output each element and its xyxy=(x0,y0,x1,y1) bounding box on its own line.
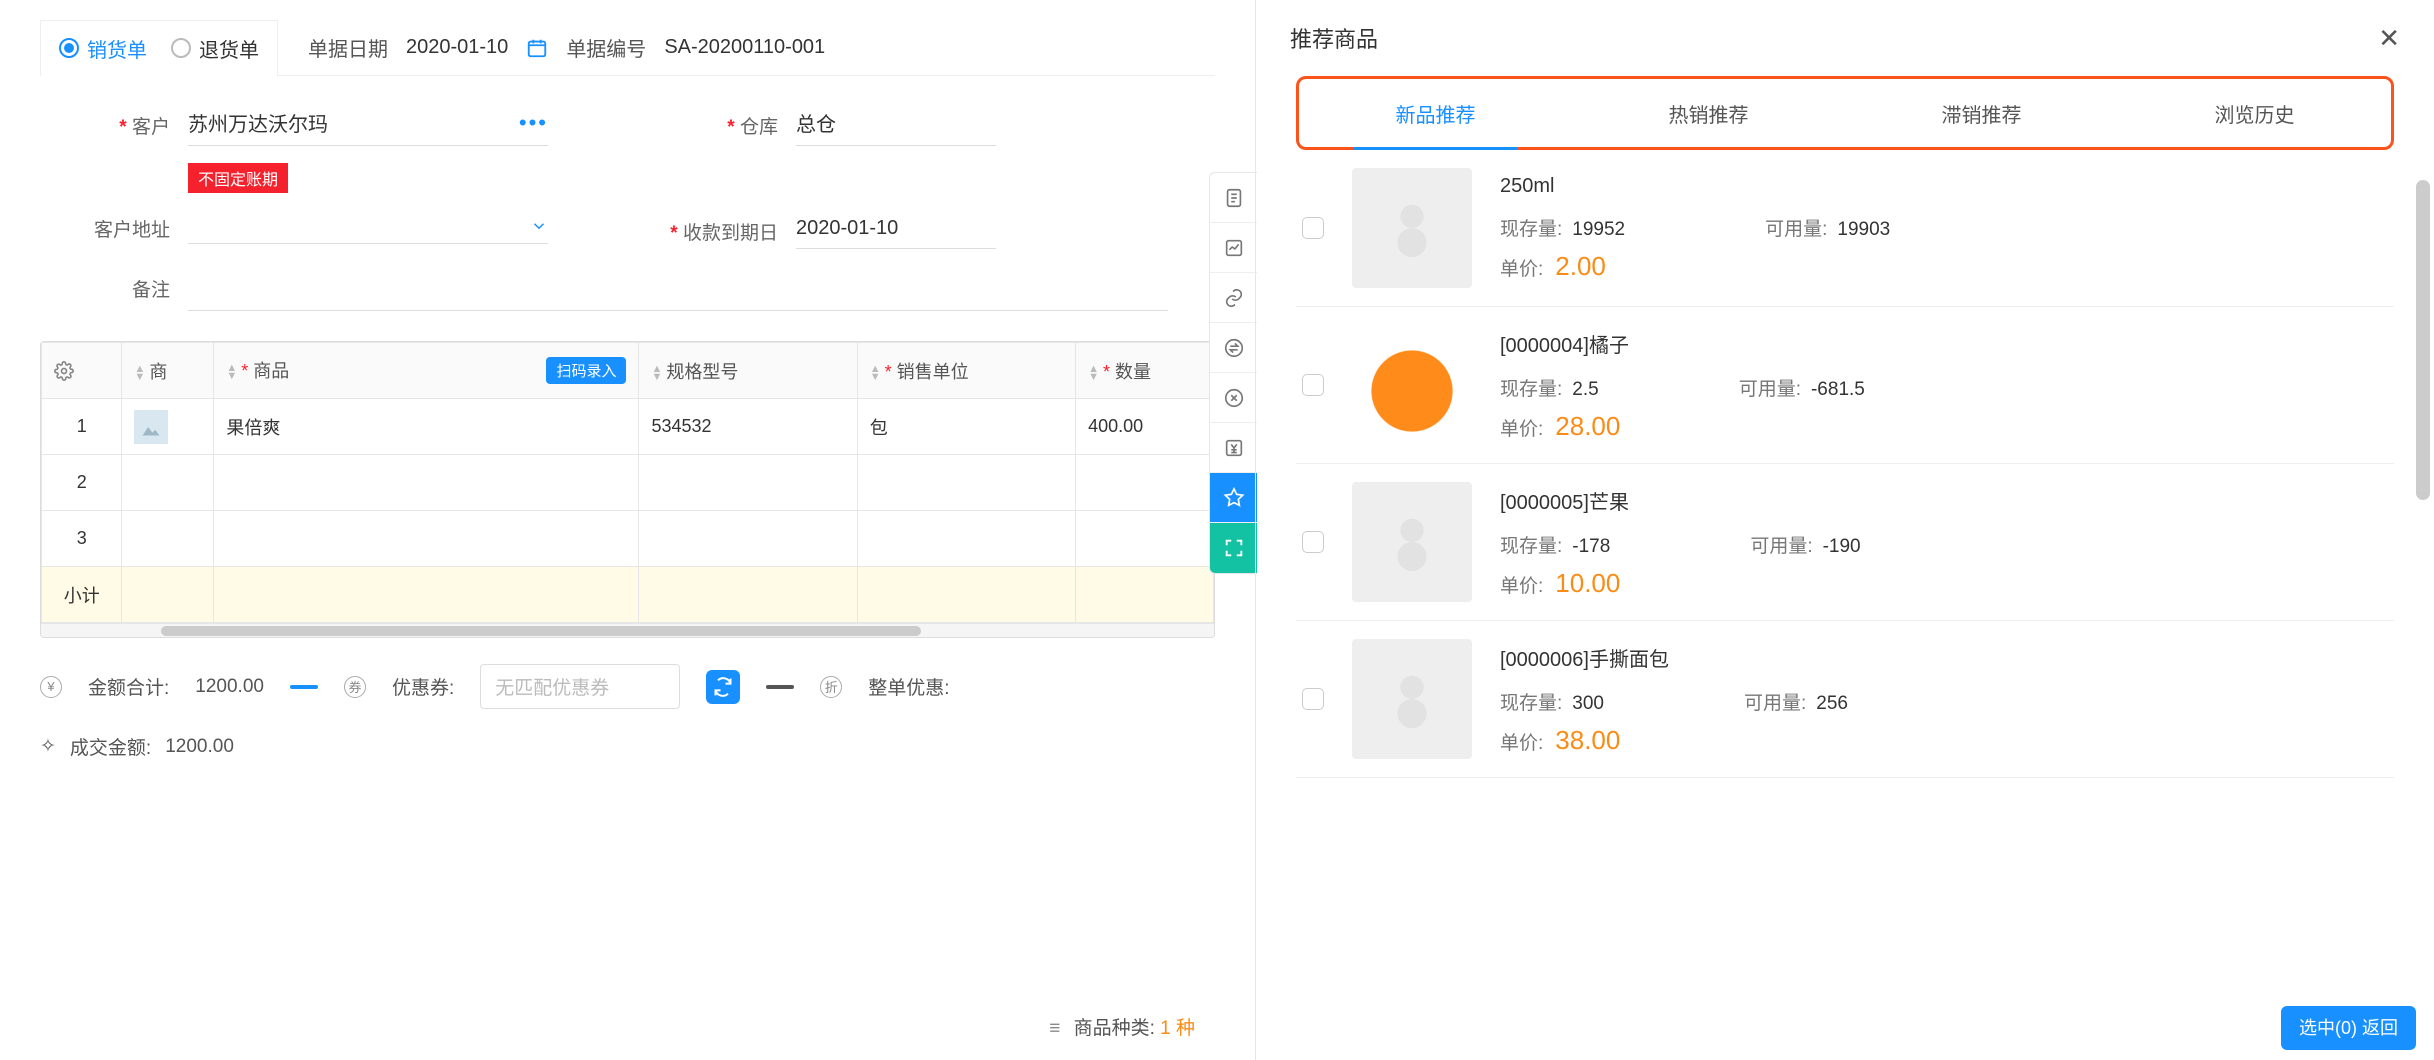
doc-date[interactable]: 2020-01-10 xyxy=(406,36,508,59)
product-checkbox[interactable] xyxy=(1302,217,1324,239)
warehouse-field[interactable]: 总仓 xyxy=(796,104,996,146)
yen-icon: ¥ xyxy=(40,676,62,698)
product-list[interactable]: 250ml 现存量:19952 可用量:19903 单价:2.00 [00000… xyxy=(1256,150,2434,1060)
recommend-tab-1[interactable]: 热销推荐 xyxy=(1572,79,1845,147)
close-icon[interactable]: ✕ xyxy=(2378,23,2400,54)
product-checkbox[interactable] xyxy=(1302,531,1324,553)
tool-chart-icon[interactable] xyxy=(1210,223,1257,273)
coupon-icon: 券 xyxy=(344,676,366,698)
remark-input[interactable] xyxy=(188,275,1168,311)
address-label: 客户地址 xyxy=(50,215,170,242)
product-row: [0000005]芒果 现存量:-178 可用量:-190 单价:10.00 xyxy=(1296,464,2394,621)
tab-sales[interactable]: 销货单 xyxy=(59,34,147,63)
customer-field[interactable]: 苏州万达沃尔玛 ••• xyxy=(188,104,548,146)
product-thumb xyxy=(1352,639,1472,759)
discount-icon: 折 xyxy=(820,676,842,698)
tool-swap-icon[interactable] xyxy=(1210,323,1257,373)
deal-icon: ✧ xyxy=(40,735,56,758)
customer-badge: 不固定账期 xyxy=(188,163,288,193)
tool-expand-icon[interactable] xyxy=(1210,523,1257,573)
customer-label: 客户 xyxy=(50,112,170,139)
vertical-scrollbar[interactable] xyxy=(2416,180,2430,500)
subtotal-label: 小计 xyxy=(42,567,122,623)
product-name: [0000006]手撕面包 xyxy=(1500,643,2394,672)
total-amount: 1200.00 xyxy=(195,676,264,698)
chevron-down-icon[interactable] xyxy=(530,217,548,235)
tool-star-icon[interactable] xyxy=(1210,473,1257,523)
product-thumb xyxy=(1352,325,1472,445)
ellipsis-icon[interactable]: ••• xyxy=(519,110,548,136)
scan-button[interactable]: 扫码录入 xyxy=(546,357,626,384)
refresh-button[interactable] xyxy=(706,670,740,704)
deal-amount: 1200.00 xyxy=(165,736,234,758)
tab-return[interactable]: 退货单 xyxy=(171,34,259,63)
gear-icon[interactable] xyxy=(54,361,109,381)
items-grid: ▲▼商 ▲▼* 商品 扫码录入 ▲▼规格型号 ▲▼* 销售单位 ▲▼* 数量 1… xyxy=(40,341,1215,638)
due-field[interactable]: 2020-01-10 xyxy=(796,213,996,249)
horizontal-scrollbar[interactable] xyxy=(41,623,1214,637)
doc-tabs-row: 销货单 退货单 单据日期 2020-01-10 单据编号 SA-20200110… xyxy=(40,20,1215,76)
product-name: 250ml xyxy=(1500,175,2394,198)
doc-no-label: 单据编号 xyxy=(566,33,646,62)
table-row[interactable]: 2 xyxy=(42,455,1214,511)
due-label: 收款到期日 xyxy=(658,218,778,245)
footer-summary: ≡ 商品种类: 1 种 xyxy=(0,1013,1255,1040)
recommend-tab-2[interactable]: 滞销推荐 xyxy=(1845,79,2118,147)
address-field[interactable] xyxy=(188,213,548,244)
product-row: [0000004]橘子 现存量:2.5 可用量:-681.5 单价:28.00 xyxy=(1296,307,2394,464)
product-row: 250ml 现存量:19952 可用量:19903 单价:2.00 xyxy=(1296,150,2394,307)
product-name: [0000005]芒果 xyxy=(1500,486,2394,515)
tool-link-icon[interactable] xyxy=(1210,273,1257,323)
doc-no: SA-20200110-001 xyxy=(664,36,825,59)
selected-return-button[interactable]: 选中(0) 返回 xyxy=(2281,1006,2416,1050)
doc-date-label: 单据日期 xyxy=(308,33,388,62)
product-thumb xyxy=(1352,482,1472,602)
recommend-tab-0[interactable]: 新品推荐 xyxy=(1299,79,1572,147)
tool-currency-icon[interactable] xyxy=(1210,423,1257,473)
recommend-title: 推荐商品 xyxy=(1290,22,1378,54)
tool-debt-icon[interactable] xyxy=(1210,373,1257,423)
remark-label: 备注 xyxy=(50,275,170,302)
product-checkbox[interactable] xyxy=(1302,688,1324,710)
side-toolbar xyxy=(1209,172,1257,574)
product-name: [0000004]橘子 xyxy=(1500,329,2394,358)
tool-doc-icon[interactable] xyxy=(1210,173,1257,223)
recommend-tabs: 新品推荐热销推荐滞销推荐浏览历史 xyxy=(1296,76,2394,150)
warehouse-label: 仓库 xyxy=(658,112,778,139)
table-row[interactable]: 1 果倍爽534532包400.00 xyxy=(42,399,1214,455)
coupon-input[interactable]: 无匹配优惠券 xyxy=(480,664,680,709)
calendar-icon[interactable] xyxy=(526,37,548,59)
product-row: [0000006]手撕面包 现存量:300 可用量:256 单价:38.00 xyxy=(1296,621,2394,778)
table-row[interactable]: 3 xyxy=(42,511,1214,567)
recommend-tab-3[interactable]: 浏览历史 xyxy=(2118,79,2391,147)
product-checkbox[interactable] xyxy=(1302,374,1324,396)
product-thumb xyxy=(1352,168,1472,288)
